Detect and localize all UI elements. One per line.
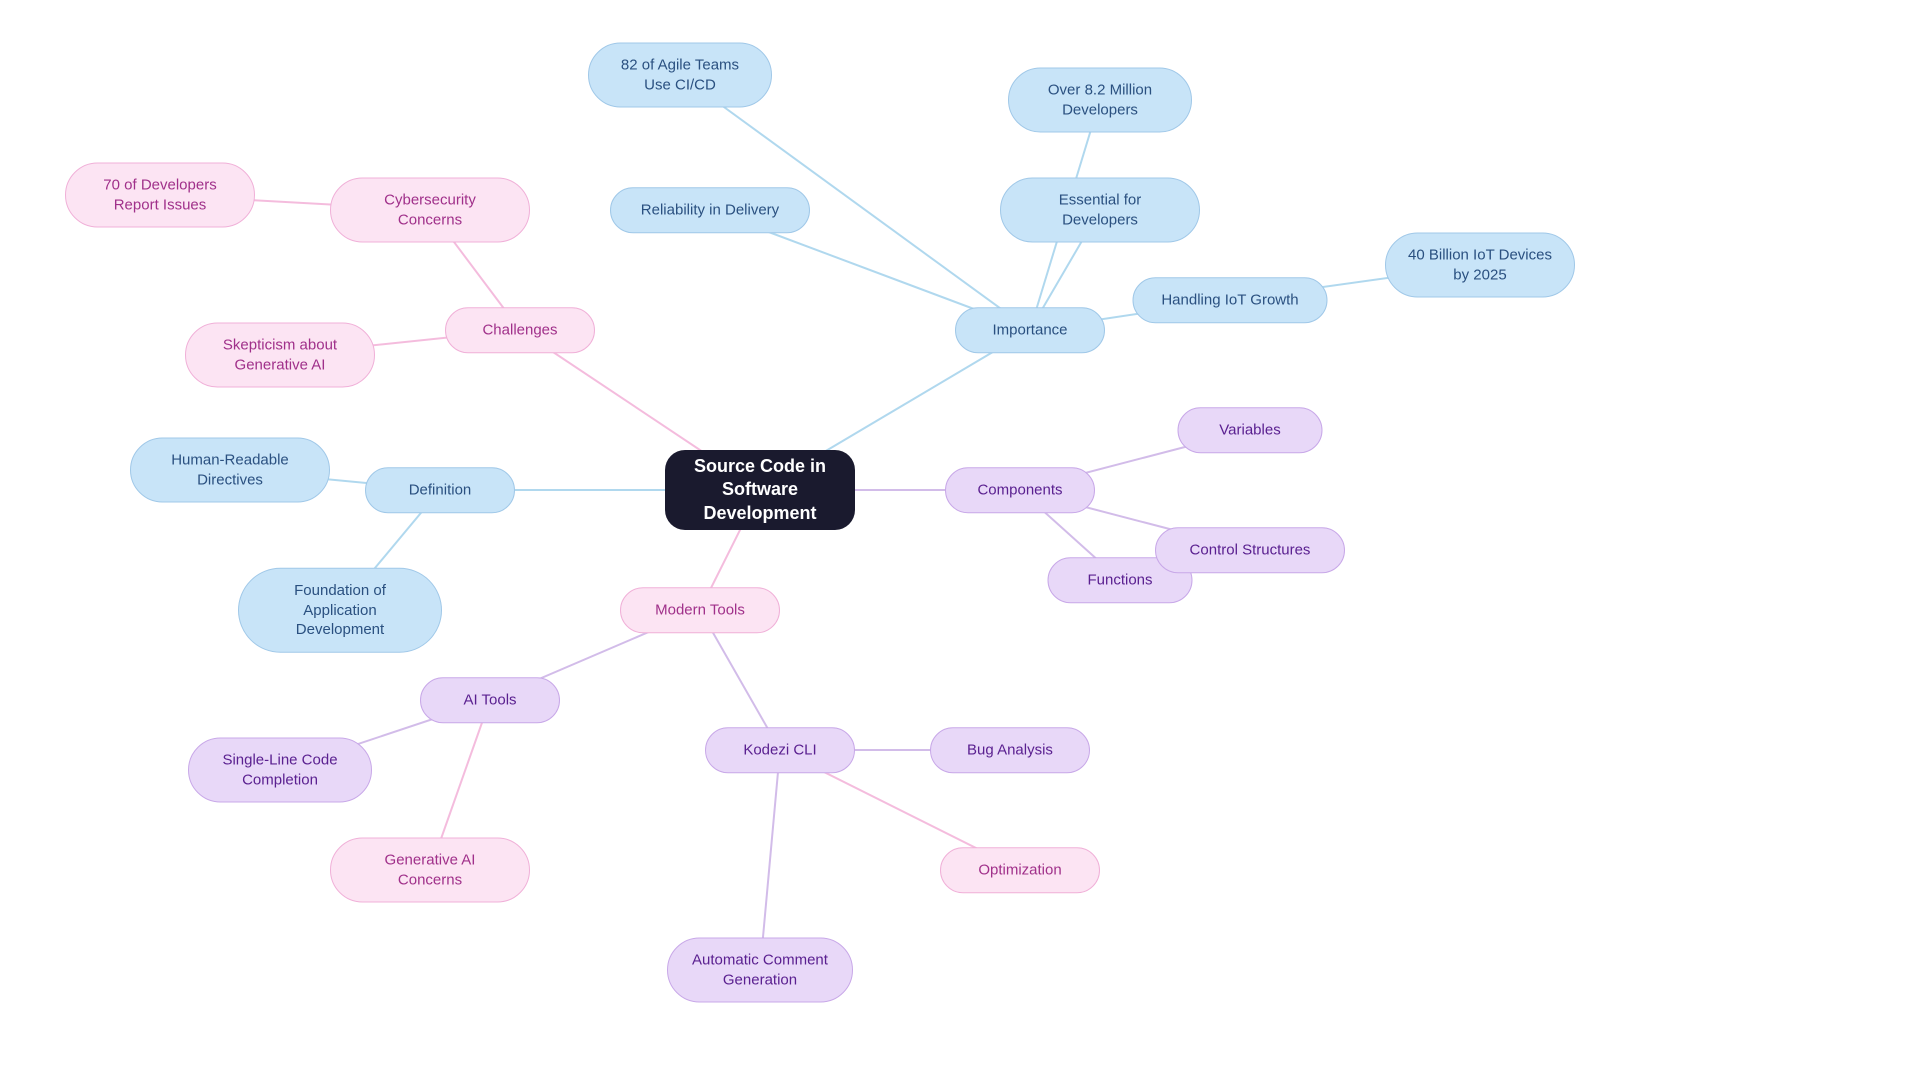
node-label-center: Source Code in Software Development bbox=[685, 455, 835, 525]
node-label-foundation: Foundation of Application Development bbox=[259, 581, 421, 640]
node-components: Components bbox=[945, 467, 1095, 513]
node-human_readable: Human-Readable Directives bbox=[130, 438, 330, 503]
node-challenges: Challenges bbox=[445, 307, 595, 353]
mindmap-canvas: Source Code in Software Development Impor… bbox=[0, 0, 1920, 1083]
node-cybersecurity: Cybersecurity Concerns bbox=[330, 178, 530, 243]
node-importance: Importance bbox=[955, 307, 1105, 353]
node-iot_growth: Handling IoT Growth bbox=[1133, 277, 1328, 323]
node-label-ai_tools: AI Tools bbox=[463, 690, 516, 710]
node-cicd: 82 of Agile Teams Use CI/CD bbox=[588, 43, 772, 108]
node-bug_analysis: Bug Analysis bbox=[930, 727, 1090, 773]
node-label-components: Components bbox=[977, 480, 1062, 500]
connections-svg bbox=[0, 0, 1920, 1083]
node-label-functions: Functions bbox=[1087, 570, 1152, 590]
node-label-skepticism: Skepticism about Generative AI bbox=[206, 336, 354, 375]
node-label-iot_growth: Handling IoT Growth bbox=[1161, 290, 1298, 310]
node-label-control_structures: Control Structures bbox=[1190, 540, 1311, 560]
node-label-over82: Over 8.2 Million Developers bbox=[1029, 81, 1171, 120]
node-control_structures: Control Structures bbox=[1155, 527, 1345, 573]
node-label-cybersecurity: Cybersecurity Concerns bbox=[351, 191, 509, 230]
node-label-reliability: Reliability in Delivery bbox=[641, 200, 779, 220]
node-label-single_line: Single-Line Code Completion bbox=[209, 751, 351, 790]
node-essential: Essential for Developers bbox=[1000, 178, 1200, 243]
node-center: Source Code in Software Development bbox=[665, 450, 855, 530]
node-label-importance: Importance bbox=[992, 320, 1067, 340]
node-label-bug_analysis: Bug Analysis bbox=[967, 740, 1053, 760]
node-optimization: Optimization bbox=[940, 847, 1100, 893]
node-label-modern_tools: Modern Tools bbox=[655, 600, 745, 620]
node-label-human_readable: Human-Readable Directives bbox=[151, 451, 309, 490]
node-label-kodezi_cli: Kodezi CLI bbox=[743, 740, 816, 760]
node-kodezi_cli: Kodezi CLI bbox=[705, 727, 855, 773]
node-gen_ai_concerns: Generative AI Concerns bbox=[330, 838, 530, 903]
node-single_line: Single-Line Code Completion bbox=[188, 738, 372, 803]
node-variables: Variables bbox=[1178, 407, 1323, 453]
node-label-challenges: Challenges bbox=[482, 320, 557, 340]
node-label-optimization: Optimization bbox=[978, 860, 1061, 880]
node-over82: Over 8.2 Million Developers bbox=[1008, 68, 1192, 133]
node-label-auto_comment: Automatic Comment Generation bbox=[688, 951, 832, 990]
node-label-gen_ai_concerns: Generative AI Concerns bbox=[351, 851, 509, 890]
node-foundation: Foundation of Application Development bbox=[238, 568, 442, 653]
node-label-definition: Definition bbox=[409, 480, 472, 500]
node-auto_comment: Automatic Comment Generation bbox=[667, 938, 853, 1003]
node-skepticism: Skepticism about Generative AI bbox=[185, 323, 375, 388]
node-label-essential: Essential for Developers bbox=[1021, 191, 1179, 230]
node-iot40: 40 Billion IoT Devices by 2025 bbox=[1385, 233, 1575, 298]
node-reliability: Reliability in Delivery bbox=[610, 187, 810, 233]
node-ai_tools: AI Tools bbox=[420, 677, 560, 723]
node-label-variables: Variables bbox=[1219, 420, 1280, 440]
node-label-cicd: 82 of Agile Teams Use CI/CD bbox=[609, 56, 751, 95]
node-definition: Definition bbox=[365, 467, 515, 513]
node-label-iot40: 40 Billion IoT Devices by 2025 bbox=[1406, 246, 1554, 285]
node-modern_tools: Modern Tools bbox=[620, 587, 780, 633]
node-dev_report: 70 of Developers Report Issues bbox=[65, 163, 255, 228]
node-label-dev_report: 70 of Developers Report Issues bbox=[86, 176, 234, 215]
